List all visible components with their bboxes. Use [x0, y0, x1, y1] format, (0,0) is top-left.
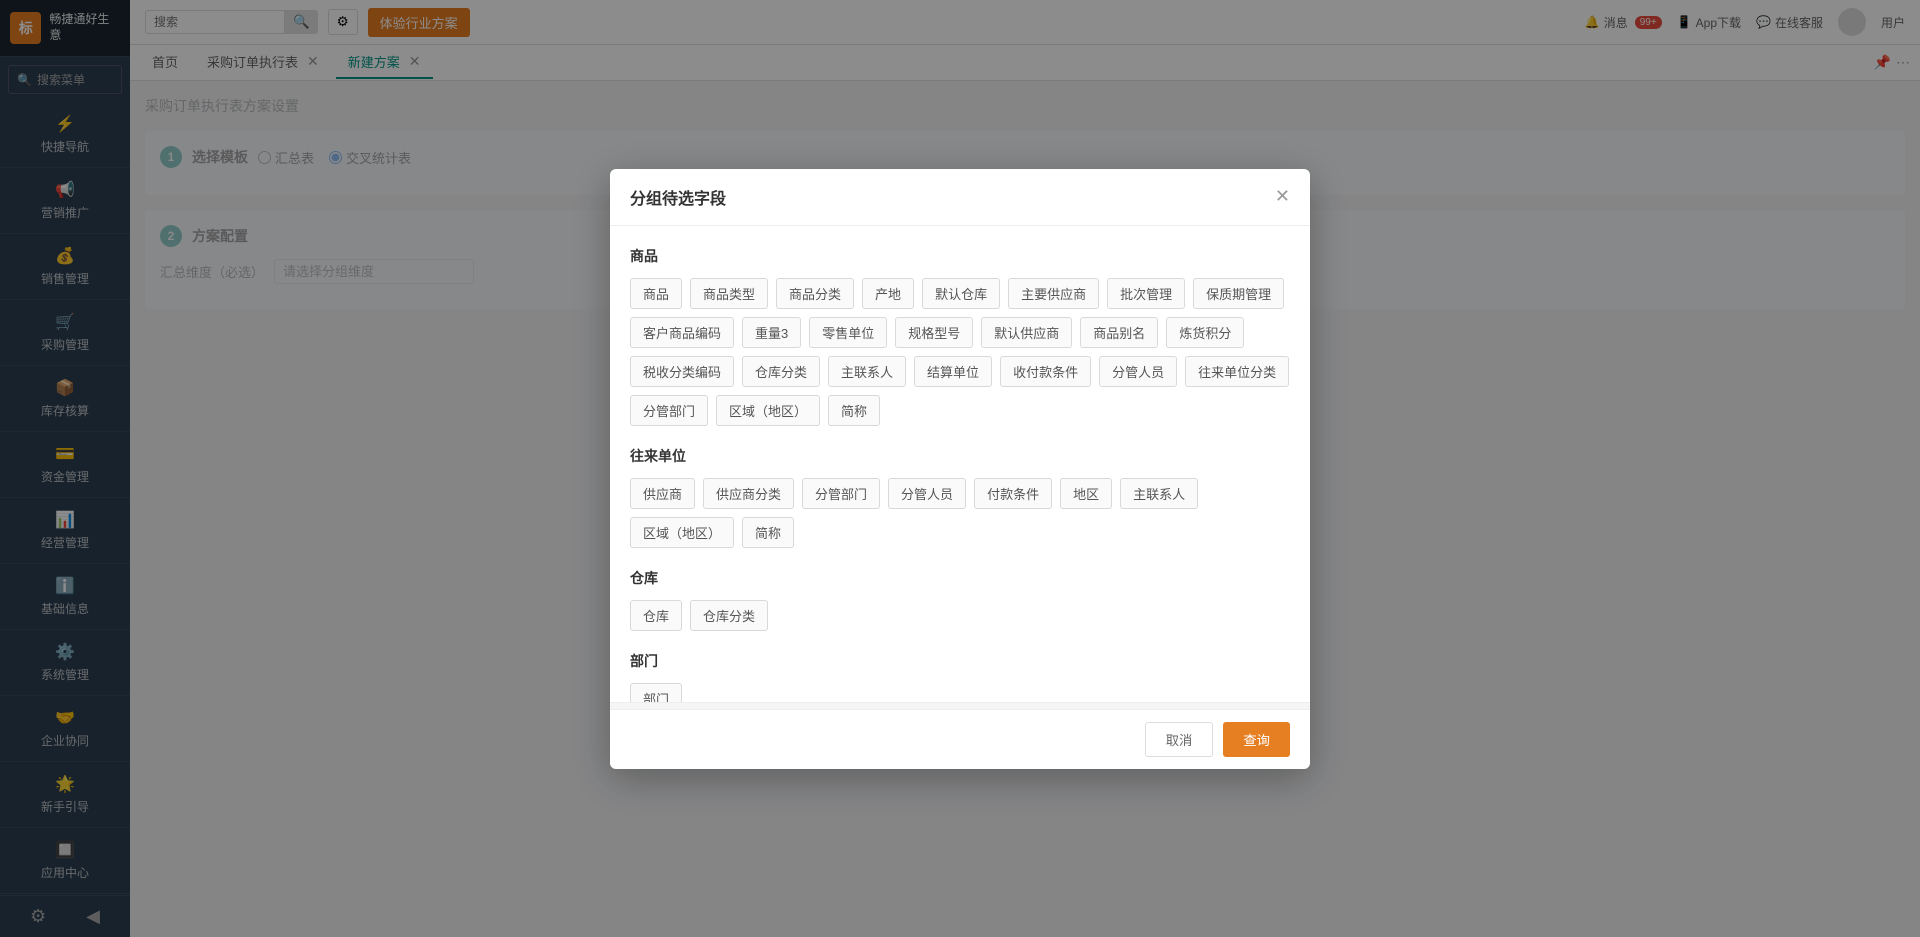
field-tag[interactable]: 商品别名: [1080, 317, 1158, 348]
field-section-warehouse-title: 仓库: [630, 568, 1290, 588]
field-tag[interactable]: 付款条件: [974, 478, 1052, 509]
field-tags-warehouse: 仓库 仓库分类: [630, 600, 1290, 631]
field-select-modal: 分组待选字段 ✕ 商品 商品 商品类型 商品分类 产地 默认仓库 主要供应商 批…: [610, 169, 1310, 769]
field-tag[interactable]: 区域（地区）: [716, 395, 820, 426]
modal-close-button[interactable]: ✕: [1275, 186, 1290, 207]
field-tag[interactable]: 主联系人: [828, 356, 906, 387]
field-tag[interactable]: 客户商品编码: [630, 317, 734, 348]
field-tag[interactable]: 简称: [828, 395, 880, 426]
field-tags-product: 商品 商品类型 商品分类 产地 默认仓库 主要供应商 批次管理 保质期管理 客户…: [630, 278, 1290, 426]
field-tag[interactable]: 仓库分类: [742, 356, 820, 387]
field-section-partner-title: 往来单位: [630, 446, 1290, 466]
field-tag[interactable]: 供应商分类: [703, 478, 794, 509]
field-tag[interactable]: 税收分类编码: [630, 356, 734, 387]
field-tag[interactable]: 重量3: [742, 317, 801, 348]
modal-hscrollbar[interactable]: [610, 702, 1310, 709]
field-tag[interactable]: 炼货积分: [1166, 317, 1244, 348]
field-tag[interactable]: 规格型号: [895, 317, 973, 348]
field-tag[interactable]: 主联系人: [1120, 478, 1198, 509]
field-tag[interactable]: 简称: [742, 517, 794, 548]
field-section-department-title: 部门: [630, 651, 1290, 671]
field-tag[interactable]: 分管部门: [802, 478, 880, 509]
field-tag[interactable]: 结算单位: [914, 356, 992, 387]
field-tags-department: 部门: [630, 683, 1290, 702]
field-section-department: 部门 部门: [630, 651, 1290, 702]
field-tag[interactable]: 主要供应商: [1008, 278, 1099, 309]
modal-overlay: 分组待选字段 ✕ 商品 商品 商品类型 商品分类 产地 默认仓库 主要供应商 批…: [0, 0, 1920, 937]
field-tag[interactable]: 分管人员: [1099, 356, 1177, 387]
field-tag[interactable]: 批次管理: [1107, 278, 1185, 309]
modal-cancel-button[interactable]: 取消: [1145, 722, 1214, 757]
field-tag[interactable]: 部门: [630, 683, 682, 702]
field-tag[interactable]: 往来单位分类: [1185, 356, 1289, 387]
field-tag[interactable]: 分管人员: [888, 478, 966, 509]
field-tag[interactable]: 供应商: [630, 478, 695, 509]
field-tags-partner: 供应商 供应商分类 分管部门 分管人员 付款条件 地区 主联系人 区域（地区） …: [630, 478, 1290, 548]
field-tag[interactable]: 收付款条件: [1000, 356, 1091, 387]
field-section-warehouse: 仓库 仓库 仓库分类: [630, 568, 1290, 631]
field-tag[interactable]: 仓库: [630, 600, 682, 631]
field-tag[interactable]: 默认供应商: [981, 317, 1072, 348]
field-tag[interactable]: 分管部门: [630, 395, 708, 426]
modal-title: 分组待选字段: [630, 185, 726, 209]
field-tag[interactable]: 商品: [630, 278, 682, 309]
modal-body: 商品 商品 商品类型 商品分类 产地 默认仓库 主要供应商 批次管理 保质期管理…: [610, 226, 1310, 702]
field-section-product: 商品 商品 商品类型 商品分类 产地 默认仓库 主要供应商 批次管理 保质期管理…: [630, 246, 1290, 426]
field-tag[interactable]: 区域（地区）: [630, 517, 734, 548]
modal-footer: 取消 查询: [610, 709, 1310, 769]
field-section-partner: 往来单位 供应商 供应商分类 分管部门 分管人员 付款条件 地区 主联系人 区域…: [630, 446, 1290, 548]
field-tag[interactable]: 商品分类: [776, 278, 854, 309]
field-tag[interactable]: 保质期管理: [1193, 278, 1284, 309]
field-tag[interactable]: 商品类型: [690, 278, 768, 309]
field-tag[interactable]: 地区: [1060, 478, 1112, 509]
field-tag[interactable]: 仓库分类: [690, 600, 768, 631]
field-tag[interactable]: 默认仓库: [922, 278, 1000, 309]
field-tag[interactable]: 零售单位: [809, 317, 887, 348]
field-tag[interactable]: 产地: [862, 278, 914, 309]
modal-confirm-button[interactable]: 查询: [1223, 722, 1290, 757]
field-section-product-title: 商品: [630, 246, 1290, 266]
modal-header: 分组待选字段 ✕: [610, 169, 1310, 226]
